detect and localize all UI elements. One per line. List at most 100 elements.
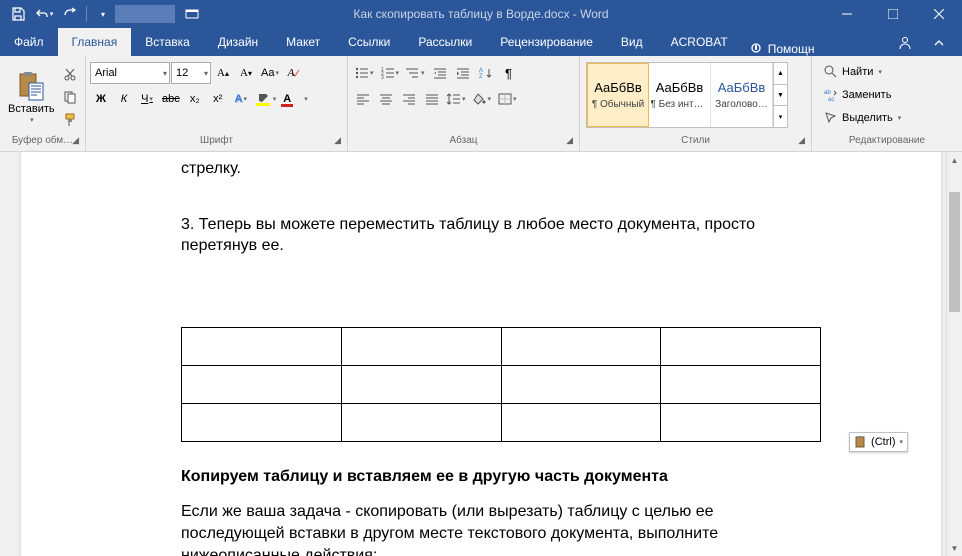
svg-text:3: 3 <box>381 75 384 79</box>
qat-customize[interactable]: ▾ <box>91 2 115 26</box>
table-row <box>182 327 821 365</box>
styles-scroll-up[interactable]: ▲ <box>774 63 787 85</box>
tab-acrobat[interactable]: ACROBAT <box>657 28 742 56</box>
tab-insert[interactable]: Вставка <box>131 28 204 56</box>
ribbon-display-options[interactable] <box>179 0 205 28</box>
strikethrough-button[interactable]: abc <box>159 88 183 110</box>
italic-button[interactable]: К <box>113 88 135 110</box>
styles-dialog-launcher[interactable]: ◢ <box>798 135 805 146</box>
show-marks-button[interactable]: ¶ <box>498 62 520 84</box>
styles-scroll-down[interactable]: ▼ <box>774 85 787 107</box>
subscript-button[interactable]: x₂ <box>184 88 206 110</box>
multilevel-list-button[interactable]: ▾ <box>403 62 428 84</box>
styles-expand[interactable]: ▾ <box>774 106 787 127</box>
document-page[interactable]: стрелку. 3. Теперь вы можете переместить… <box>21 152 941 556</box>
tell-me-label: Помощн <box>768 42 815 56</box>
tab-home[interactable]: Главная <box>58 28 132 56</box>
highlight-button[interactable]: ▾ <box>253 88 280 110</box>
collapse-ribbon[interactable] <box>924 30 954 56</box>
vertical-scrollbar[interactable]: ▲ ▼ <box>946 152 962 556</box>
sort-button[interactable]: AZ <box>475 62 497 84</box>
change-case-button[interactable]: Aa▾ <box>258 62 282 84</box>
paste-options-button[interactable]: (Ctrl) ▾ <box>849 432 908 452</box>
table-row <box>182 365 821 403</box>
close-button[interactable] <box>916 0 962 28</box>
share-button[interactable] <box>890 30 920 56</box>
doc-paragraph-1: 3. Теперь вы можете переместить таблицу … <box>181 214 781 257</box>
superscript-button[interactable]: x² <box>207 88 229 110</box>
find-button[interactable]: Найти▾ <box>820 61 905 83</box>
bullets-button[interactable]: ▾ <box>352 62 377 84</box>
user-panel[interactable] <box>115 5 175 23</box>
align-center-button[interactable] <box>375 88 397 110</box>
clipboard-dialog-launcher[interactable]: ◢ <box>72 135 79 146</box>
group-paragraph: ▾ 123▾ ▾ AZ ¶ ▾ ▾ ▾ Абзац◢ <box>348 56 580 151</box>
paste-button[interactable]: Вставить ▾ <box>4 59 59 135</box>
style-no-spacing[interactable]: АаБбВв¶ Без инте… <box>649 63 711 127</box>
numbering-button[interactable]: 123▾ <box>378 62 403 84</box>
select-button[interactable]: Выделить▾ <box>820 107 905 129</box>
quick-access-toolbar: ▾ ▾ <box>0 2 115 26</box>
styles-gallery-scroll: ▲ ▼ ▾ <box>773 63 787 127</box>
scroll-down-button[interactable]: ▼ <box>947 540 962 556</box>
decrease-indent-button[interactable] <box>429 62 451 84</box>
title-bar: ▾ ▾ Как скопировать таблицу в Ворде.docx… <box>0 0 962 28</box>
tab-layout[interactable]: Макет <box>272 28 334 56</box>
redo-button[interactable] <box>58 2 82 26</box>
font-color-button[interactable]: A▾ <box>280 88 310 110</box>
group-editing-label: Редактирование <box>849 135 925 146</box>
cut-button[interactable] <box>59 63 81 85</box>
document-area: стрелку. 3. Теперь вы можете переместить… <box>0 152 962 556</box>
align-left-button[interactable] <box>352 88 374 110</box>
shading-button[interactable]: ▾ <box>470 88 495 110</box>
font-name-combo[interactable]: Arial▾ <box>90 62 170 84</box>
group-styles-label: Стили <box>681 135 710 146</box>
minimize-button[interactable] <box>824 0 870 28</box>
scroll-thumb[interactable] <box>949 192 960 312</box>
tab-file[interactable]: Файл <box>0 28 58 56</box>
copy-button[interactable] <box>59 86 81 108</box>
save-button[interactable] <box>6 2 30 26</box>
tab-review[interactable]: Рецензирование <box>486 28 607 56</box>
font-dialog-launcher[interactable]: ◢ <box>334 135 341 146</box>
table-row <box>182 403 821 441</box>
tab-design[interactable]: Дизайн <box>204 28 272 56</box>
qat-separator <box>86 6 87 22</box>
increase-indent-button[interactable] <box>452 62 474 84</box>
style-heading1[interactable]: АаБбВвЗаголово… <box>711 63 773 127</box>
bold-button[interactable]: Ж <box>90 88 112 110</box>
align-right-button[interactable] <box>398 88 420 110</box>
justify-button[interactable] <box>421 88 443 110</box>
group-editing: Найти▾ abacЗаменить Выделить▾ Редактиров… <box>812 56 962 151</box>
undo-button[interactable]: ▾ <box>32 2 56 26</box>
paste-label: Вставить <box>8 103 55 115</box>
line-spacing-button[interactable]: ▾ <box>444 88 469 110</box>
underline-button[interactable]: Ч▾ <box>136 88 158 110</box>
tab-references[interactable]: Ссылки <box>334 28 404 56</box>
doc-table[interactable] <box>181 327 821 442</box>
svg-text:ac: ac <box>828 97 834 102</box>
window-controls <box>824 0 962 28</box>
maximize-button[interactable] <box>870 0 916 28</box>
group-font: Arial▾ 12▾ A▴ A▾ Aa▾ A Ж К Ч▾ abc x₂ x² … <box>86 56 348 151</box>
group-clipboard-label: Буфер обм… <box>12 135 73 146</box>
svg-text:Z: Z <box>479 74 483 79</box>
format-painter-button[interactable] <box>59 109 81 131</box>
styles-gallery: АаБбВв¶ Обычный АаБбВв¶ Без инте… АаБбВв… <box>586 62 788 128</box>
svg-text:ab: ab <box>824 90 831 96</box>
grow-font-button[interactable]: A▴ <box>212 62 234 84</box>
text-effects-button[interactable]: A▾ <box>230 88 252 110</box>
clear-formatting-button[interactable]: A <box>283 62 305 84</box>
replace-button[interactable]: abacЗаменить <box>820 84 905 106</box>
scroll-up-button[interactable]: ▲ <box>947 152 962 168</box>
tell-me[interactable]: Помощн <box>742 42 823 56</box>
paragraph-dialog-launcher[interactable]: ◢ <box>566 135 573 146</box>
tab-mailings[interactable]: Рассылки <box>404 28 486 56</box>
style-normal[interactable]: АаБбВв¶ Обычный <box>587 63 649 127</box>
shrink-font-button[interactable]: A▾ <box>235 62 257 84</box>
font-size-combo[interactable]: 12▾ <box>171 62 211 84</box>
doc-paragraph-2: Если же ваша задача - скопировать (или в… <box>181 501 781 556</box>
ribbon: Вставить ▾ Буфер обм…◢ Arial▾ 12▾ A▴ A▾ … <box>0 56 962 152</box>
tab-view[interactable]: Вид <box>607 28 657 56</box>
borders-button[interactable]: ▾ <box>495 88 520 110</box>
